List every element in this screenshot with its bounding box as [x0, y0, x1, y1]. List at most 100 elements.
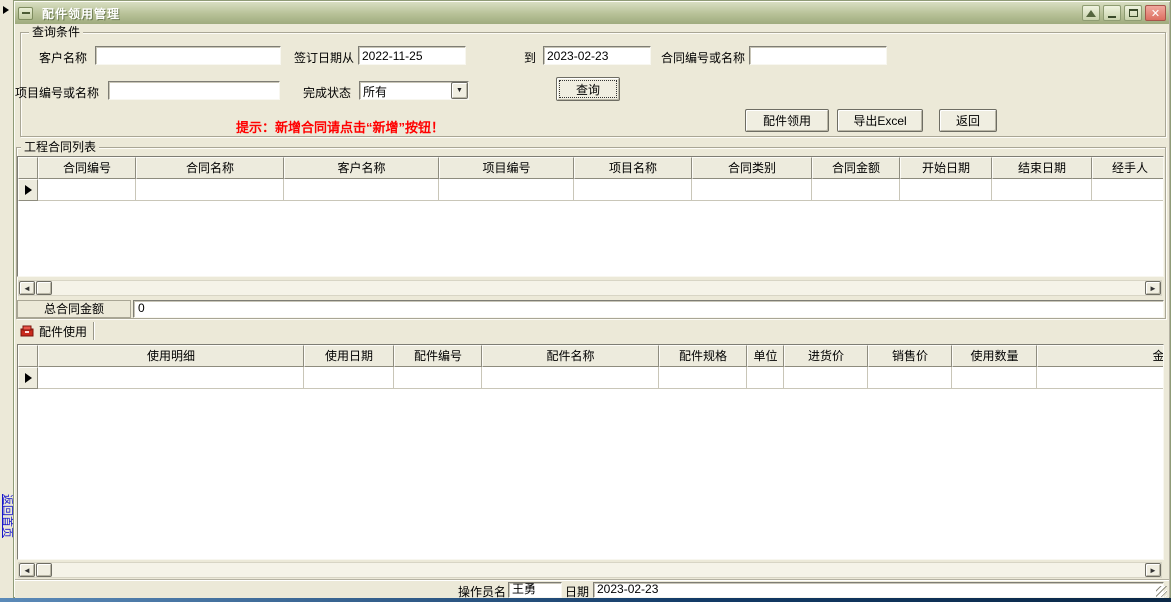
maximize-button[interactable]	[1124, 5, 1142, 21]
tab-separator	[93, 322, 95, 340]
customer-label: 客户名称	[39, 51, 88, 65]
query-groupbox: 查询条件 客户名称 签订日期从 到 合同编号或名称 项目编号或名称 完成状态 所…	[15, 25, 1166, 137]
scroll-right-arrow-icon[interactable]: ►	[1145, 563, 1161, 577]
resize-grip[interactable]	[1156, 586, 1167, 597]
export-excel-button[interactable]: 导出Excel	[837, 109, 923, 132]
maximize-icon	[1128, 9, 1138, 17]
current-record-pointer-icon	[24, 185, 32, 195]
column-header: 使用明细	[38, 345, 304, 367]
column-header: 项目名称	[574, 157, 692, 179]
scrollbar-track[interactable]	[52, 281, 1145, 295]
parts-usage-tab[interactable]: 配件使用	[20, 321, 320, 341]
parts-usage-tab-label: 配件使用	[39, 324, 88, 339]
taskbar-edge	[0, 598, 1171, 602]
up-triangle-icon	[1086, 9, 1096, 17]
grid-cell[interactable]	[1092, 179, 1163, 201]
column-header: 进货价	[784, 345, 868, 367]
scroll-left-arrow-icon[interactable]: ◄	[19, 563, 35, 577]
grid-cell[interactable]	[136, 179, 284, 201]
date-from-label: 签订日期从	[294, 51, 355, 65]
column-header: 单位	[747, 345, 784, 367]
grid-cell[interactable]	[868, 367, 952, 389]
grid-cell[interactable]	[284, 179, 439, 201]
status-combobox[interactable]: 所有 ▼	[359, 81, 469, 100]
date-to-input[interactable]	[543, 46, 651, 65]
column-header: 经手人	[1092, 157, 1163, 179]
grid-cell[interactable]	[304, 367, 394, 389]
grid-cell[interactable]	[900, 179, 992, 201]
grid-cell[interactable]	[812, 179, 900, 201]
column-header: 项目编号	[439, 157, 574, 179]
contract-no-input[interactable]	[749, 46, 887, 65]
scrollbar-track[interactable]	[52, 563, 1145, 577]
column-header: 开始日期	[900, 157, 992, 179]
column-header: 使用数量	[952, 345, 1037, 367]
total-amount-label: 总合同金额	[17, 300, 131, 318]
parts-requisition-button[interactable]: 配件领用	[745, 109, 829, 132]
grid-cell[interactable]	[659, 367, 747, 389]
column-header: 销售价	[868, 345, 952, 367]
project-label: 项目编号或名称	[15, 86, 100, 100]
date-to-label: 到	[524, 51, 537, 65]
expand-panel-arrow-icon[interactable]	[3, 6, 9, 14]
current-record-pointer-icon	[24, 373, 32, 383]
hint-text: 提示：新增合同请点击“新增”按钮！	[236, 120, 445, 135]
roll-up-button[interactable]	[1082, 5, 1100, 21]
combobox-dropdown-arrow-icon[interactable]: ▼	[451, 82, 468, 99]
grid-cell[interactable]	[992, 179, 1092, 201]
contracts-grid-current-row[interactable]	[18, 179, 1163, 201]
parts-grid-current-row[interactable]	[18, 367, 1163, 389]
contracts-horizontal-scrollbar[interactable]: ◄ ►	[18, 280, 1162, 296]
column-header: 配件编号	[394, 345, 482, 367]
grid-cell[interactable]	[394, 367, 482, 389]
row-selector-cell[interactable]	[18, 179, 38, 201]
parts-grid-header-row: 使用明细 使用日期 配件编号 配件名称 配件规格 单位 进货价 销售价 使用数量…	[18, 345, 1163, 367]
grid-cell[interactable]	[747, 367, 784, 389]
column-header: 配件名称	[482, 345, 659, 367]
grid-cell[interactable]	[692, 179, 812, 201]
grid-cell[interactable]	[1037, 367, 1163, 389]
column-header: 配件规格	[659, 345, 747, 367]
contracts-group-label: 工程合同列表	[21, 140, 100, 154]
contract-no-label: 合同编号或名称	[661, 51, 746, 65]
parts-grid: 使用明细 使用日期 配件编号 配件名称 配件规格 单位 进货价 销售价 使用数量…	[17, 344, 1164, 560]
collapse-icon[interactable]	[18, 6, 33, 20]
vertical-home-link[interactable]: 返回首页	[0, 494, 13, 570]
operator-value: 王勇	[508, 582, 562, 598]
grid-cell[interactable]	[439, 179, 574, 201]
grid-cell[interactable]	[38, 367, 304, 389]
back-button[interactable]: 返回	[939, 109, 997, 132]
parts-horizontal-scrollbar[interactable]: ◄ ►	[18, 562, 1162, 578]
grid-cell[interactable]	[574, 179, 692, 201]
titlebar: 配件领用管理 ✕	[15, 2, 1169, 24]
status-combobox-value[interactable]: 所有	[360, 82, 451, 99]
minus-glyph	[21, 12, 30, 14]
selector-header-cell	[18, 157, 38, 179]
date-value: 2023-02-23	[593, 582, 1164, 598]
column-header: 使用日期	[304, 345, 394, 367]
statusbar: 操作员名 王勇 日期 2023-02-23	[15, 580, 1169, 599]
row-selector-cell[interactable]	[18, 367, 38, 389]
column-header: 合同名称	[136, 157, 284, 179]
grid-cell[interactable]	[38, 179, 136, 201]
search-button[interactable]: 查询	[556, 77, 620, 101]
contracts-grid: 合同编号 合同名称 客户名称 项目编号 项目名称 合同类别 合同金额 开始日期 …	[17, 156, 1164, 277]
customer-input[interactable]	[95, 46, 281, 65]
scrollbar-thumb[interactable]	[36, 281, 52, 295]
close-button[interactable]: ✕	[1145, 5, 1166, 21]
minimize-button[interactable]	[1103, 5, 1121, 21]
scroll-right-arrow-icon[interactable]: ►	[1145, 281, 1161, 295]
contracts-grid-header-row: 合同编号 合同名称 客户名称 项目编号 项目名称 合同类别 合同金额 开始日期 …	[18, 157, 1163, 179]
status-label: 完成状态	[303, 86, 352, 100]
column-header: 合同类别	[692, 157, 812, 179]
project-input[interactable]	[108, 81, 280, 100]
column-header: 合同编号	[38, 157, 136, 179]
grid-cell[interactable]	[784, 367, 868, 389]
scroll-left-arrow-icon[interactable]: ◄	[19, 281, 35, 295]
date-from-input[interactable]	[358, 46, 466, 65]
minimize-icon	[1108, 16, 1116, 18]
scrollbar-thumb[interactable]	[36, 563, 52, 577]
grid-cell[interactable]	[482, 367, 659, 389]
total-amount-value: 0	[133, 300, 1164, 318]
grid-cell[interactable]	[952, 367, 1037, 389]
